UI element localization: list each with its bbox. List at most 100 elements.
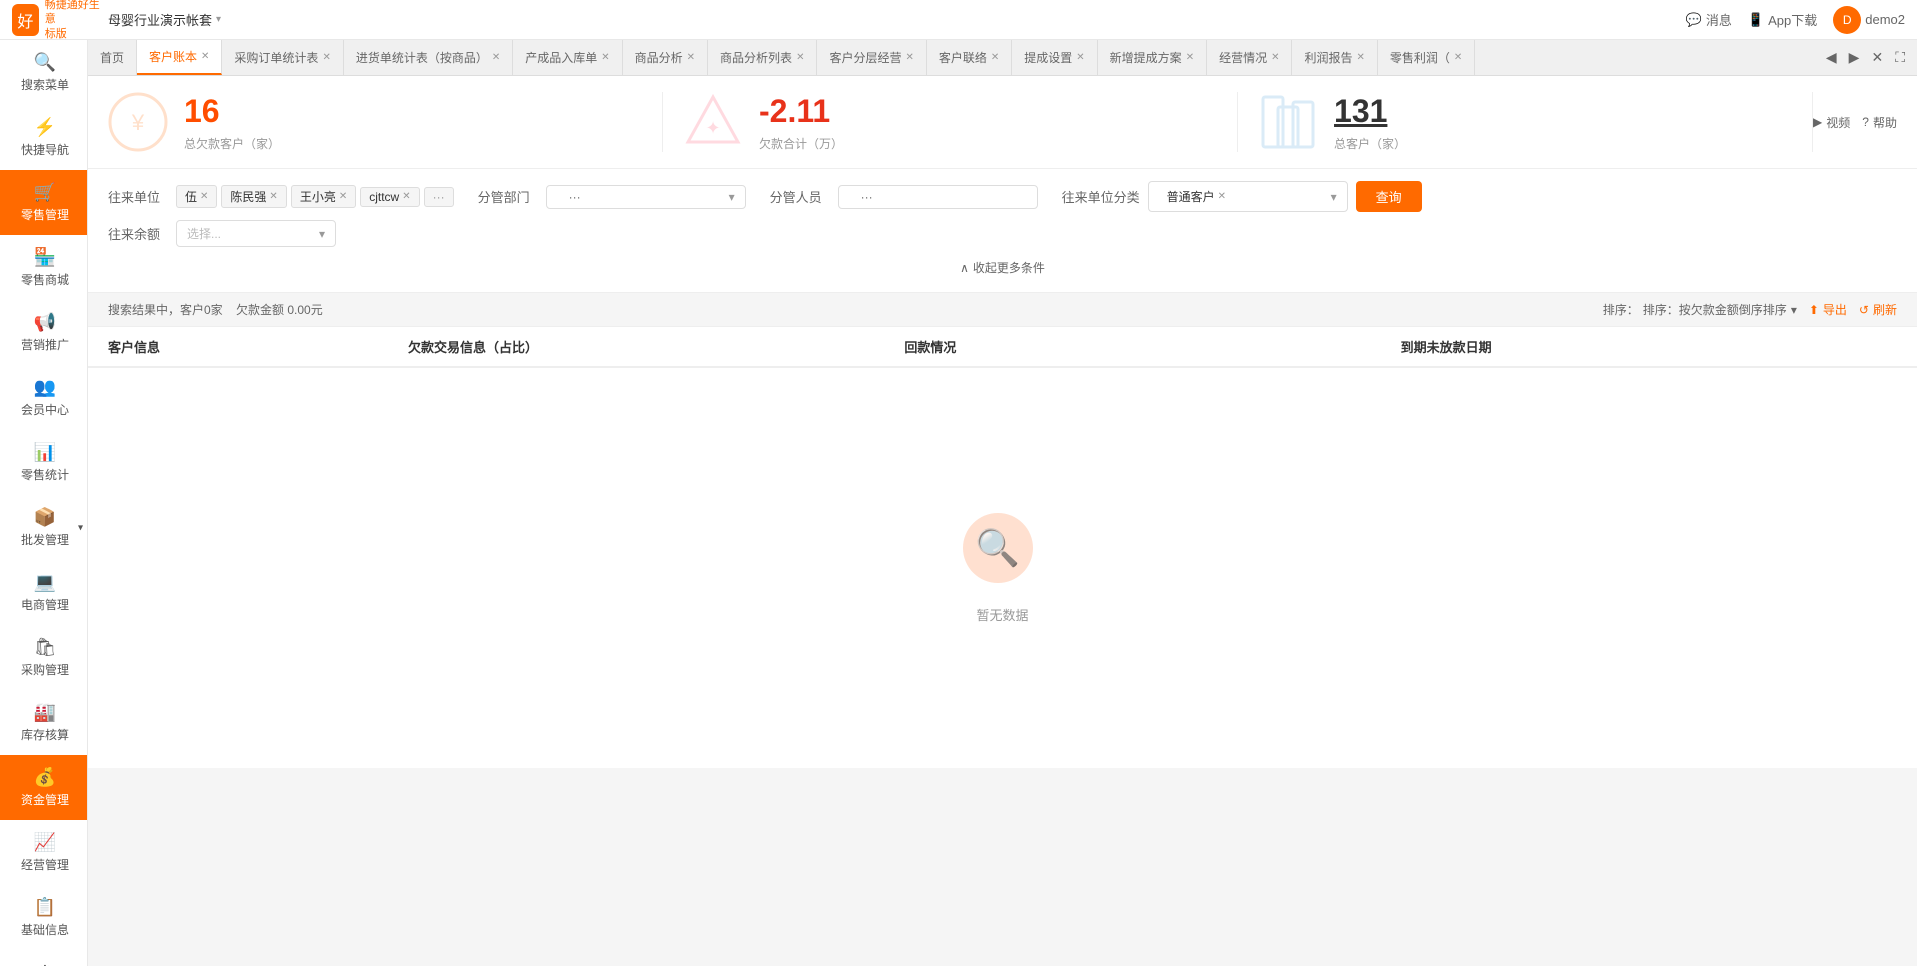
sidebar-item-ecommerce[interactable]: 💻 电商管理	[0, 560, 87, 625]
tab-close-all[interactable]: ✕	[1867, 47, 1887, 68]
sidebar-item-inventory[interactable]: 🏭 库存核算	[0, 690, 87, 755]
sidebar-item-finance[interactable]: 💰 资金管理	[0, 755, 87, 820]
tab-close-icon[interactable]: ✕	[1271, 52, 1279, 63]
total-debtors-value: 16	[184, 92, 280, 130]
balance-placeholder: 选择...	[187, 225, 221, 242]
tab-scroll-left[interactable]: ◀	[1822, 47, 1841, 68]
total-customers-icon	[1258, 92, 1318, 152]
tab-production-instock[interactable]: 产成品入库单 ✕	[513, 40, 622, 75]
debtors-icon: ¥	[108, 92, 168, 152]
sidebar-item-search[interactable]: 🔍 搜索菜单	[0, 40, 87, 105]
collapse-button[interactable]: ∧ 收起更多条件	[108, 255, 1897, 280]
filter-tag-chen[interactable]: 陈民强 ✕	[221, 185, 286, 208]
logo-area: 好 畅捷通好生意 标版	[12, 0, 100, 41]
sidebar-item-sys-mgmt[interactable]: ⚙ 系统管理	[0, 950, 87, 966]
unit-label: 往来单位	[108, 187, 168, 206]
refresh-button[interactable]: ↺ 刷新	[1859, 301, 1897, 318]
tab-stock-stats[interactable]: 进货单统计表（按商品） ✕	[344, 40, 513, 75]
results-summary: 搜索结果中，客户0家 欠款金额 0.00元	[108, 301, 323, 318]
filter-tag-normal-customer[interactable]: 普通客户 ✕	[1159, 186, 1234, 207]
sidebar-item-member-center[interactable]: 👥 会员中心	[0, 365, 87, 430]
unit-class-select[interactable]: 普通客户 ✕ ▾	[1148, 181, 1348, 212]
avatar: D	[1833, 6, 1861, 34]
tab-close-icon[interactable]: ✕	[201, 51, 209, 62]
sidebar-item-operations[interactable]: 📈 经营管理	[0, 820, 87, 885]
person-select[interactable]: ···	[838, 185, 1038, 209]
app-download-button[interactable]: 📱 App下载	[1748, 10, 1817, 29]
tag-close-chen[interactable]: ✕	[269, 191, 277, 202]
tab-product-analysis[interactable]: 商品分析 ✕	[623, 40, 708, 75]
sidebar-item-wholesale[interactable]: 📦 批发管理	[0, 495, 87, 560]
sidebar-label-retail-mall: 零售商城	[21, 271, 69, 288]
video-icon: ▶	[1813, 115, 1822, 129]
tag-close-wu[interactable]: ✕	[200, 191, 208, 202]
export-button[interactable]: ⬆ 导出	[1809, 301, 1847, 318]
finance-icon: 💰	[34, 767, 56, 788]
tab-fullscreen[interactable]: ⛶	[1891, 47, 1909, 68]
filter-tag-cjttcw[interactable]: cjttcw ✕	[360, 187, 419, 207]
sidebar-item-retail-mall[interactable]: 🏪 零售商城	[0, 235, 87, 300]
tag-close-wang[interactable]: ✕	[339, 191, 347, 202]
tab-close-icon[interactable]: ✕	[905, 52, 913, 63]
tab-promote-settings[interactable]: 提成设置 ✕	[1012, 40, 1097, 75]
tab-customer-contact[interactable]: 客户联络 ✕	[927, 40, 1012, 75]
sidebar-item-marketing[interactable]: 📢 营销推广	[0, 300, 87, 365]
help-button[interactable]: ? 帮助	[1862, 114, 1897, 131]
tab-home[interactable]: 首页	[88, 40, 137, 75]
sidebar-item-retail-stats[interactable]: 📊 零售统计	[0, 430, 87, 495]
sidebar-label-wholesale: 批发管理	[21, 531, 69, 548]
tab-scroll-right[interactable]: ▶	[1845, 47, 1864, 68]
empty-text: 暂无数据	[976, 605, 1028, 624]
tab-customer-layered[interactable]: 客户分层经营 ✕	[817, 40, 926, 75]
department-select[interactable]: ··· ▾	[546, 185, 746, 209]
tab-profit-report[interactable]: 利润报告 ✕	[1292, 40, 1377, 75]
chevron-down-icon: ▾	[319, 227, 325, 241]
filter-tag-wu[interactable]: 伍 ✕	[176, 185, 217, 208]
department-label: 分管部门	[478, 187, 538, 206]
tab-close-icon[interactable]: ✕	[322, 52, 330, 63]
tab-purchase-order-stats[interactable]: 采购订单统计表 ✕	[222, 40, 343, 75]
filter-row-balance: 往来余额 选择... ▾	[108, 220, 1897, 247]
tab-close-icon[interactable]: ✕	[1186, 52, 1194, 63]
query-button[interactable]: 查询	[1356, 181, 1422, 212]
tab-close-icon[interactable]: ✕	[796, 52, 804, 63]
tab-close-icon[interactable]: ✕	[1076, 52, 1084, 63]
user-name: demo2	[1865, 12, 1905, 27]
export-icon: ⬆	[1809, 303, 1819, 317]
tab-close-icon[interactable]: ✕	[601, 52, 609, 63]
tab-new-promote-plan[interactable]: 新增提成方案 ✕	[1098, 40, 1207, 75]
message-button[interactable]: 💬 消息	[1686, 10, 1732, 29]
sidebar-label-operations: 经营管理	[21, 856, 69, 873]
svg-text:¥: ¥	[131, 110, 145, 135]
tab-close-icon[interactable]: ✕	[1454, 52, 1462, 63]
tab-retail-profit[interactable]: 零售利润（ ✕	[1378, 40, 1475, 75]
video-button[interactable]: ▶ 视频	[1813, 114, 1850, 131]
tab-close-icon[interactable]: ✕	[687, 52, 695, 63]
filter-tag-more[interactable]: ···	[424, 187, 454, 207]
col-due-date: 到期未放款日期	[1401, 337, 1897, 356]
tab-close-icon[interactable]: ✕	[492, 52, 500, 63]
tab-product-analysis-list[interactable]: 商品分析列表 ✕	[708, 40, 817, 75]
sidebar-item-purchase[interactable]: 🛍 采购管理	[0, 625, 87, 690]
user-menu[interactable]: D demo2	[1833, 6, 1905, 34]
sidebar-item-quick-nav[interactable]: ⚡ 快捷导航	[0, 105, 87, 170]
tab-close-icon[interactable]: ✕	[991, 52, 999, 63]
marketing-icon: 📢	[34, 312, 56, 333]
balance-select[interactable]: 选择... ▾	[176, 220, 336, 247]
quick-nav-icon: ⚡	[34, 117, 56, 138]
top-bar-left: 好 畅捷通好生意 标版 母婴行业演示帐套 ▾	[12, 0, 221, 41]
tab-business-situation[interactable]: 经营情况 ✕	[1207, 40, 1292, 75]
sidebar-item-retail-mgmt[interactable]: 🛒 零售管理	[0, 170, 87, 235]
filter-tag-wang[interactable]: 王小亮 ✕	[291, 185, 356, 208]
tab-customer-ledger[interactable]: 客户账本 ✕	[137, 40, 222, 75]
debt-icon: ✦	[683, 92, 743, 152]
tag-close-normal-customer[interactable]: ✕	[1218, 191, 1226, 202]
sidebar-item-basic-info[interactable]: 📋 基础信息	[0, 885, 87, 950]
tag-close-cjttcw[interactable]: ✕	[402, 191, 410, 202]
inventory-icon: 🏭	[34, 702, 56, 723]
tab-close-icon[interactable]: ✕	[1357, 52, 1365, 63]
store-name: 母婴行业演示帐套	[108, 10, 212, 29]
unit-class-label: 往来单位分类	[1062, 187, 1140, 206]
store-selector[interactable]: 母婴行业演示帐套 ▾	[108, 10, 221, 29]
sort-select[interactable]: 排序： 排序：按欠款金额倒序排序 ▾	[1603, 301, 1797, 318]
